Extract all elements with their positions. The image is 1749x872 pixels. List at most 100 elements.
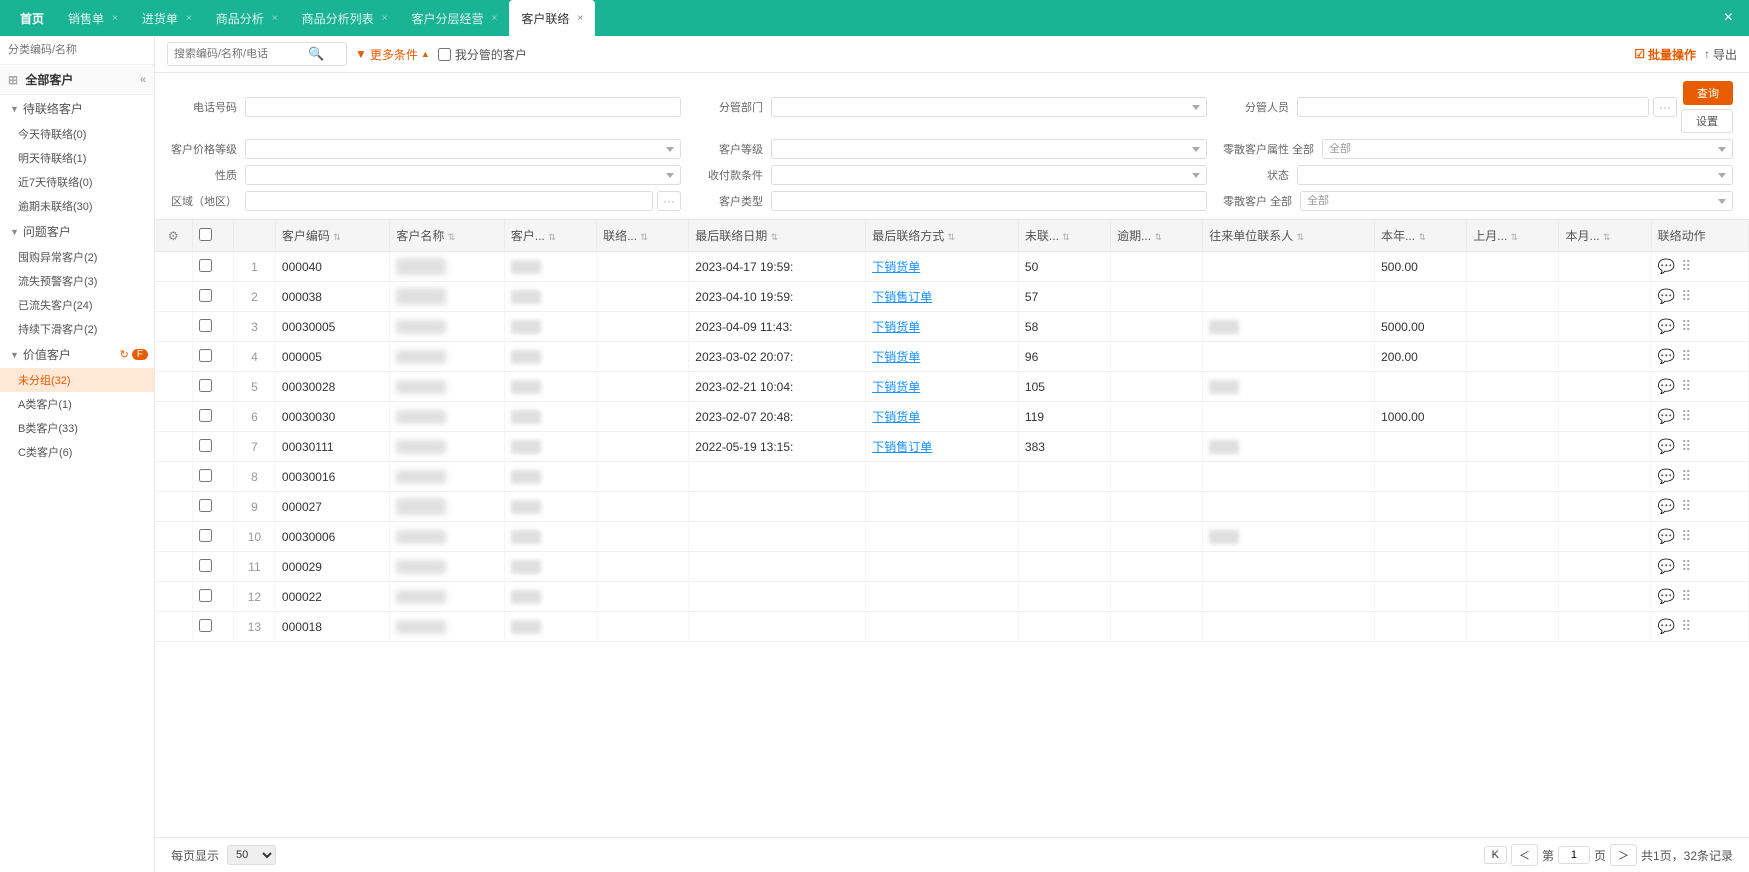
row-check-12[interactable]: [192, 612, 233, 642]
payment-select[interactable]: [771, 165, 1207, 185]
col-last-month[interactable]: 上月... ⇅: [1467, 220, 1559, 252]
more-icon-9[interactable]: ⠿: [1681, 528, 1691, 545]
chat-icon-10[interactable]: 💬: [1658, 558, 1675, 575]
row-check-10[interactable]: [192, 552, 233, 582]
sidebar-item-declining[interactable]: 持续下滑客户(2): [0, 317, 154, 341]
my-customers-checkbox[interactable]: [438, 48, 451, 61]
group-problem-customers[interactable]: ▼ 问题客户: [0, 218, 154, 245]
row-checkbox-7[interactable]: [199, 469, 212, 482]
sidebar-item-class-b[interactable]: B类客户(33): [0, 416, 154, 440]
more-icon-10[interactable]: ⠿: [1681, 558, 1691, 575]
more-icon-2[interactable]: ⠿: [1681, 318, 1691, 335]
chat-icon-4[interactable]: 💬: [1658, 378, 1675, 395]
sidebar-item-class-a[interactable]: A类客户(1): [0, 392, 154, 416]
export-button[interactable]: ↑ 导出: [1704, 46, 1737, 63]
prev-page-button[interactable]: ＜: [1511, 844, 1538, 866]
row-checkbox-1[interactable]: [199, 289, 212, 302]
search-button[interactable]: 查询: [1683, 81, 1733, 105]
scatter-select[interactable]: 全部: [1300, 191, 1733, 211]
col-code[interactable]: 客户编码 ⇅: [275, 220, 389, 252]
chat-icon-5[interactable]: 💬: [1658, 408, 1675, 425]
chat-icon-8[interactable]: 💬: [1658, 498, 1675, 515]
row-check-7[interactable]: [192, 462, 233, 492]
chat-icon-9[interactable]: 💬: [1658, 528, 1675, 545]
page-input[interactable]: [1558, 846, 1590, 864]
row-checkbox-9[interactable]: [199, 529, 212, 542]
col-no-contact[interactable]: 未联... ⇅: [1018, 220, 1110, 252]
phone-input[interactable]: [245, 97, 681, 117]
close-sales-icon[interactable]: ×: [112, 13, 118, 24]
close-customer-contact-icon[interactable]: ×: [577, 13, 583, 24]
more-icon-7[interactable]: ⠿: [1681, 468, 1691, 485]
close-goods-analysis-icon[interactable]: ×: [272, 13, 278, 24]
col-last-date[interactable]: 最后联络日期 ⇅: [689, 220, 866, 252]
chat-icon-1[interactable]: 💬: [1658, 288, 1675, 305]
sidebar-search-input[interactable]: [8, 44, 150, 56]
tab-home[interactable]: 首页: [8, 0, 56, 36]
col-contact[interactable]: 联络... ⇅: [597, 220, 689, 252]
col-settings[interactable]: ⚙: [155, 220, 192, 252]
chat-icon-3[interactable]: 💬: [1658, 348, 1675, 365]
more-icon-12[interactable]: ⠿: [1681, 618, 1691, 635]
row-checkbox-0[interactable]: [199, 259, 212, 272]
dept-select[interactable]: [771, 97, 1207, 117]
search-input[interactable]: [174, 48, 304, 60]
nature-select[interactable]: [245, 165, 681, 185]
col-check-all[interactable]: [192, 220, 233, 252]
row-checkbox-11[interactable]: [199, 589, 212, 602]
price-level-select[interactable]: [245, 139, 681, 159]
more-icon-3[interactable]: ⠿: [1681, 348, 1691, 365]
tab-goods-analysis[interactable]: 商品分析 ×: [204, 0, 290, 36]
row-check-2[interactable]: [192, 312, 233, 342]
col-contact-person[interactable]: 往来单位联系人 ⇅: [1203, 220, 1375, 252]
row-check-1[interactable]: [192, 282, 233, 312]
sidebar-collapse-icon[interactable]: «: [140, 74, 146, 86]
row-checkbox-5[interactable]: [199, 409, 212, 422]
all-customers-header[interactable]: ⊞ 全部客户 «: [0, 65, 154, 95]
row-check-0[interactable]: [192, 252, 233, 282]
tab-customer-layer[interactable]: 客户分层经营 ×: [399, 0, 509, 36]
row-checkbox-2[interactable]: [199, 319, 212, 332]
tab-goods-list[interactable]: 商品分析列表 ×: [290, 0, 400, 36]
sidebar-item-class-c[interactable]: C类客户(6): [0, 440, 154, 464]
sidebar-item-7days[interactable]: 近7天待联络(0): [0, 170, 154, 194]
more-icon-0[interactable]: ⠿: [1681, 258, 1691, 275]
chat-icon-6[interactable]: 💬: [1658, 438, 1675, 455]
row-checkbox-6[interactable]: [199, 439, 212, 452]
row-checkbox-8[interactable]: [199, 499, 212, 512]
col-name[interactable]: 客户名称 ⇅: [390, 220, 504, 252]
row-check-6[interactable]: [192, 432, 233, 462]
row-check-11[interactable]: [192, 582, 233, 612]
status-select[interactable]: [1297, 165, 1733, 185]
more-conditions-button[interactable]: ▼ 更多条件 ▲: [355, 46, 430, 63]
group-pending-contact[interactable]: ▼ 待联络客户: [0, 95, 154, 122]
manager-input[interactable]: [1297, 97, 1649, 117]
search-icon[interactable]: 🔍: [308, 46, 324, 62]
col-overdue[interactable]: 逾期... ⇅: [1111, 220, 1203, 252]
scatter-attr-select[interactable]: 全部: [1322, 139, 1733, 159]
close-purchase-icon[interactable]: ×: [186, 13, 192, 24]
next-page-button[interactable]: ＞: [1610, 844, 1637, 866]
sidebar-item-ungrouped[interactable]: 未分组(32): [0, 368, 154, 392]
chat-icon-11[interactable]: 💬: [1658, 588, 1675, 605]
close-customer-layer-icon[interactable]: ×: [491, 13, 497, 24]
row-check-5[interactable]: [192, 402, 233, 432]
row-check-4[interactable]: [192, 372, 233, 402]
reset-button[interactable]: 设置: [1681, 109, 1733, 133]
tab-purchase[interactable]: 进货单 ×: [130, 0, 204, 36]
sidebar-item-overdue[interactable]: 逾期未联络(30): [0, 194, 154, 218]
chat-icon-2[interactable]: 💬: [1658, 318, 1675, 335]
refresh-icon[interactable]: ↻: [120, 348, 129, 361]
row-checkbox-12[interactable]: [199, 619, 212, 632]
sidebar-item-abnormal[interactable]: 囤购异常客户(2): [0, 245, 154, 269]
batch-ops-button[interactable]: ☑ 批量操作: [1634, 46, 1696, 63]
row-checkbox-3[interactable]: [199, 349, 212, 362]
row-check-3[interactable]: [192, 342, 233, 372]
more-icon-8[interactable]: ⠿: [1681, 498, 1691, 515]
sidebar-item-churned[interactable]: 已流失客户(24): [0, 293, 154, 317]
check-all-checkbox[interactable]: [199, 228, 212, 241]
col-last-type[interactable]: 最后联络方式 ⇅: [866, 220, 1019, 252]
more-icon-1[interactable]: ⠿: [1681, 288, 1691, 305]
chat-icon-12[interactable]: 💬: [1658, 618, 1675, 635]
sidebar-item-churn-warning[interactable]: 流失预警客户(3): [0, 269, 154, 293]
